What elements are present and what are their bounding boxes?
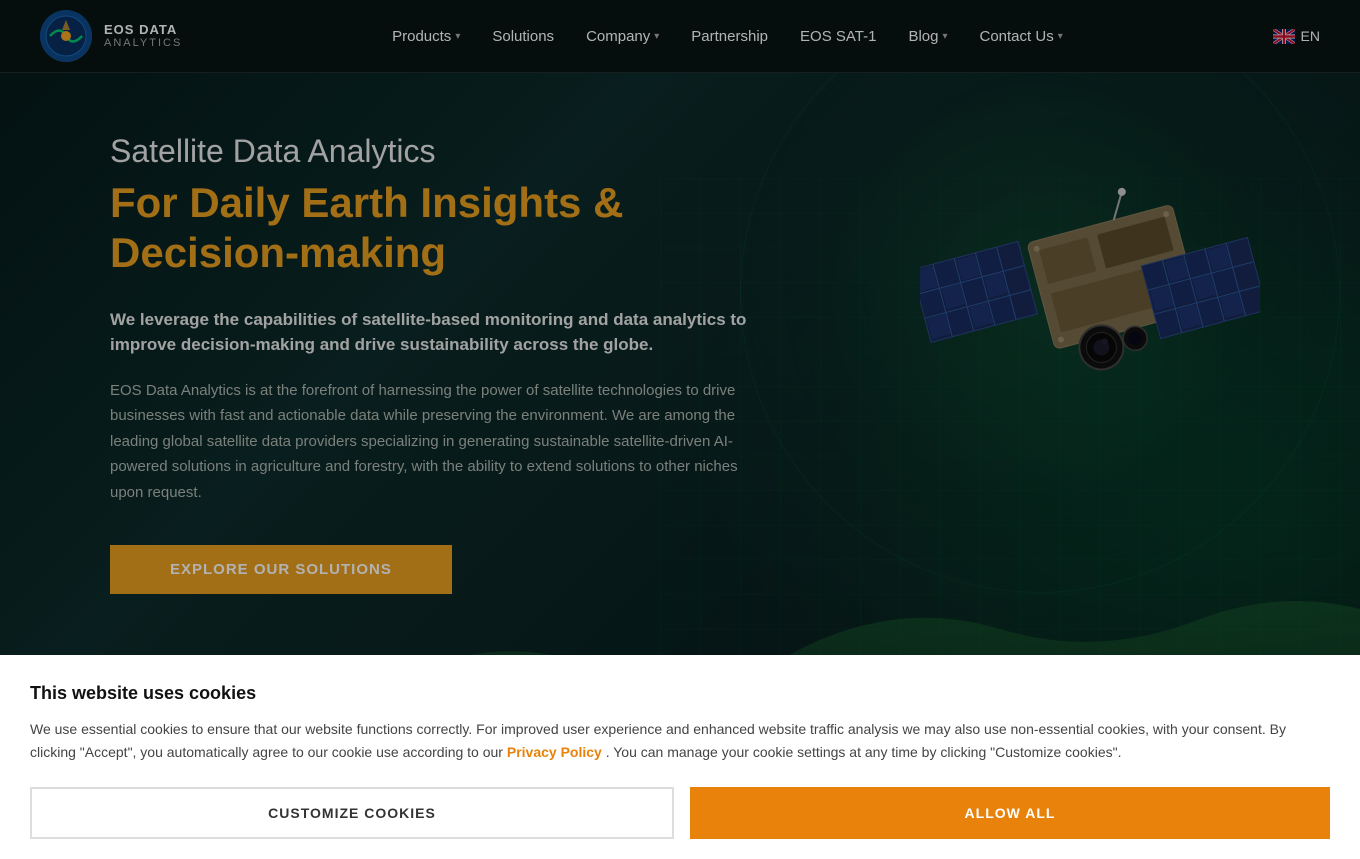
cookie-title: This website uses cookies <box>30 683 1330 704</box>
cookie-buttons: CUSTOMIZE COOKIES ALLOW ALL <box>30 787 1330 839</box>
allow-all-button[interactable]: ALLOW ALL <box>690 787 1330 839</box>
privacy-policy-link[interactable]: Privacy Policy <box>507 744 602 760</box>
cookie-banner: This website uses cookies We use essenti… <box>0 655 1360 859</box>
cookie-text: We use essential cookies to ensure that … <box>30 718 1330 763</box>
customize-cookies-button[interactable]: CUSTOMIZE COOKIES <box>30 787 674 839</box>
